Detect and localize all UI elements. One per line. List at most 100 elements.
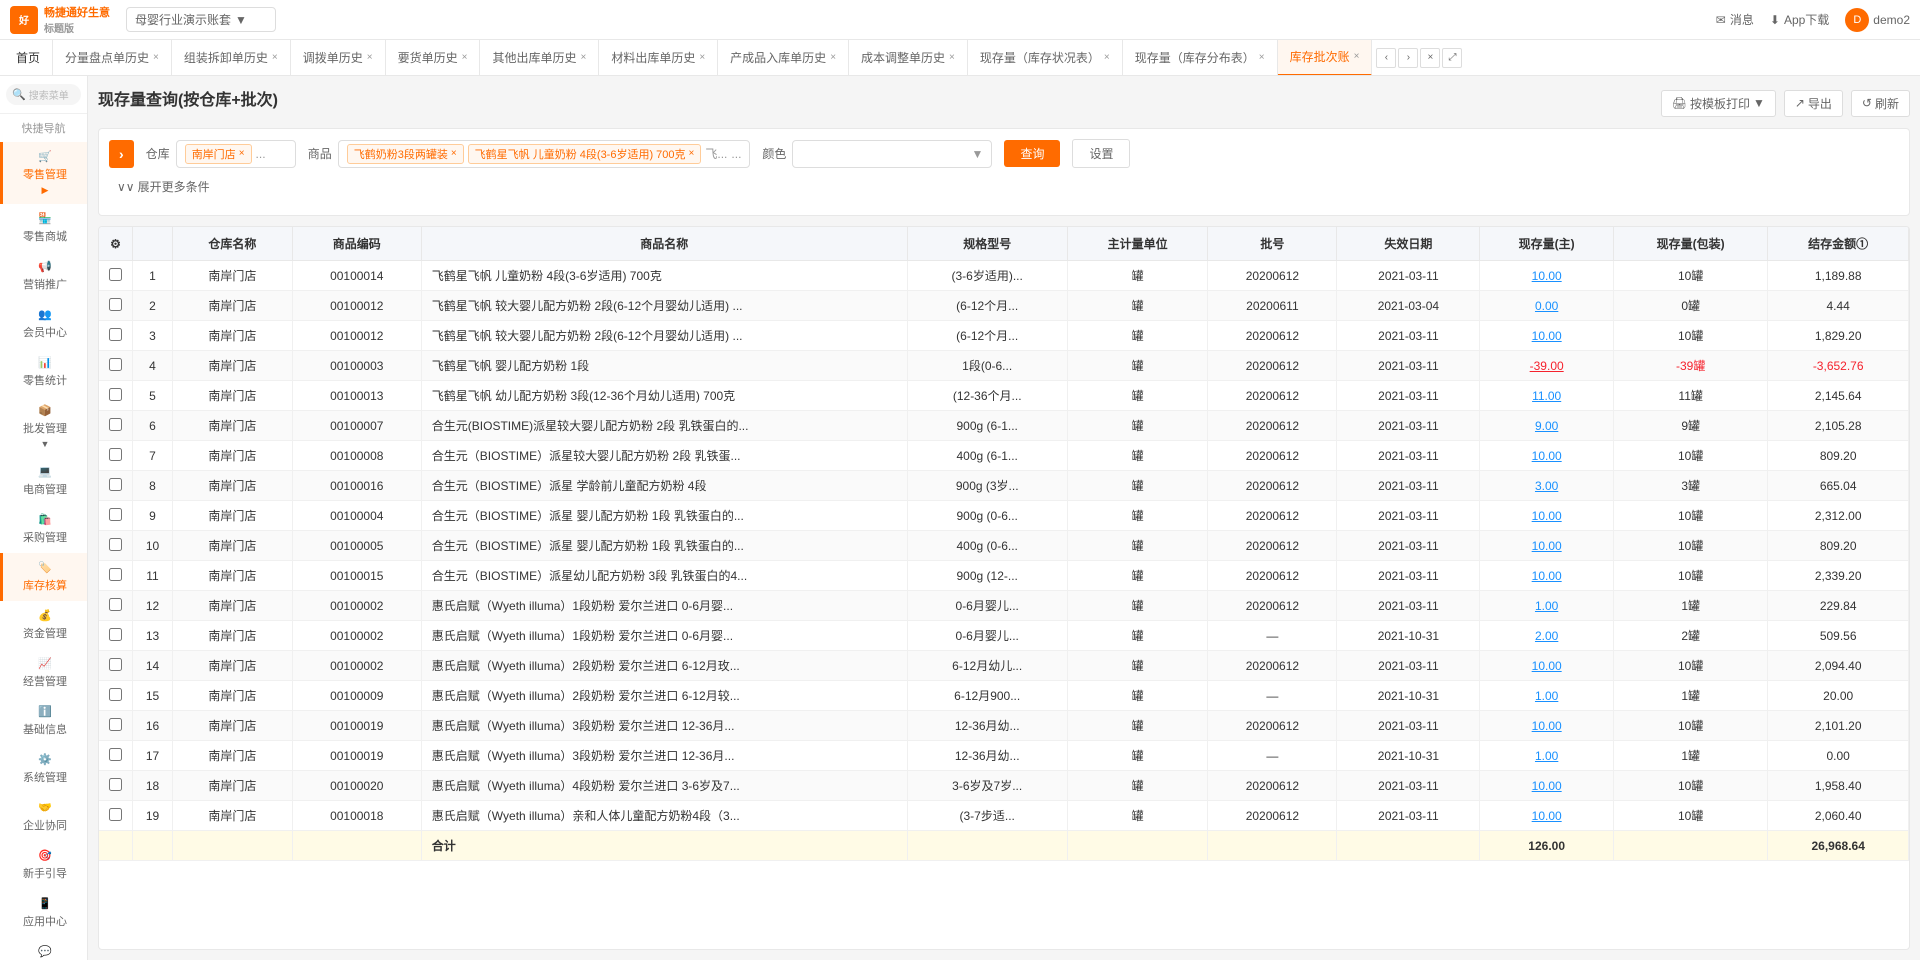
td-checkbox[interactable]	[99, 591, 133, 621]
td-checkbox[interactable]	[99, 471, 133, 501]
th-settings[interactable]: ⚙	[99, 227, 133, 261]
td-checkbox[interactable]	[99, 351, 133, 381]
row-checkbox[interactable]	[109, 568, 122, 581]
search-input-box[interactable]: 🔍 搜索菜单	[6, 84, 81, 105]
tab-xck2[interactable]: 现存量（库存分布表） ×	[1123, 40, 1278, 76]
sidebar-item-collab[interactable]: 🤝 企业协同	[0, 793, 87, 841]
row-checkbox[interactable]	[109, 538, 122, 551]
td-qty[interactable]: 11.00	[1480, 381, 1614, 411]
td-qty[interactable]: 9.00	[1480, 411, 1614, 441]
td-checkbox[interactable]	[99, 321, 133, 351]
color-filter-container[interactable]: ▼	[792, 140, 992, 168]
td-checkbox[interactable]	[99, 711, 133, 741]
table-container[interactable]: ⚙ 仓库名称 商品编码 商品名称 规格型号 主计量单位 批号 失效日期 现存量(…	[98, 226, 1910, 950]
row-checkbox[interactable]	[109, 358, 122, 371]
sidebar-item-guide[interactable]: 🎯 新手引导	[0, 841, 87, 889]
row-checkbox[interactable]	[109, 688, 122, 701]
sidebar-item-wholesale[interactable]: 📦 批发管理 ▼	[0, 396, 87, 457]
sidebar-item-system[interactable]: ⚙️ 系统管理	[0, 745, 87, 793]
td-qty[interactable]: 10.00	[1480, 711, 1614, 741]
tab-close-icon[interactable]: ×	[580, 52, 586, 63]
tab-close-icon[interactable]: ×	[367, 52, 373, 63]
product-tag-2-remove[interactable]: ×	[689, 148, 695, 159]
tab-xck1[interactable]: 现存量（库存状况表） ×	[968, 40, 1123, 76]
tab-zuzhuang[interactable]: 组装拆卸单历史 ×	[172, 40, 291, 76]
filter-expand-btn[interactable]: ›	[109, 140, 134, 168]
query-btn[interactable]: 查询	[1004, 140, 1060, 167]
refresh-btn[interactable]: ↺ 刷新	[1851, 90, 1910, 117]
row-checkbox[interactable]	[109, 268, 122, 281]
sidebar-item-stat[interactable]: 📊 零售统计	[0, 348, 87, 396]
product-filter-more[interactable]: 飞...	[705, 145, 727, 162]
tab-close-all-btn[interactable]: ×	[1420, 48, 1440, 68]
sidebar-item-operations[interactable]: 📈 经营管理	[0, 649, 87, 697]
tab-close-active-icon[interactable]: ×	[1354, 51, 1360, 62]
td-checkbox[interactable]	[99, 501, 133, 531]
warehouse-tag-container[interactable]: 南岸门店 × ...	[176, 140, 296, 168]
td-checkbox[interactable]	[99, 411, 133, 441]
td-checkbox[interactable]	[99, 261, 133, 291]
td-qty[interactable]: 10.00	[1480, 261, 1614, 291]
tab-fendian[interactable]: 分量盘点单历史 ×	[53, 40, 172, 76]
tab-close-icon[interactable]: ×	[153, 52, 159, 63]
tab-close-icon[interactable]: ×	[272, 52, 278, 63]
row-checkbox[interactable]	[109, 328, 122, 341]
tab-close-icon[interactable]: ×	[830, 52, 836, 63]
tab-ccrk[interactable]: 产成品入库单历史 ×	[718, 40, 849, 76]
product-tag-container[interactable]: 飞鹤奶粉3段两罐装 × 飞鹤星飞帆 儿童奶粉 4段(3-6岁适用) 700克 ×…	[338, 140, 751, 168]
tab-diaob[interactable]: 调拨单历史 ×	[291, 40, 386, 76]
td-checkbox[interactable]	[99, 381, 133, 411]
row-checkbox[interactable]	[109, 388, 122, 401]
account-selector[interactable]: 母婴行业演示账套 ▼	[126, 7, 276, 32]
tab-close-icon[interactable]: ×	[462, 52, 468, 63]
td-checkbox[interactable]	[99, 291, 133, 321]
tab-prev-btn[interactable]: ‹	[1376, 48, 1396, 68]
row-checkbox[interactable]	[109, 448, 122, 461]
row-checkbox[interactable]	[109, 598, 122, 611]
td-qty[interactable]: 0.00	[1480, 291, 1614, 321]
row-checkbox[interactable]	[109, 628, 122, 641]
tab-qtck[interactable]: 其他出库单历史 ×	[480, 40, 599, 76]
td-checkbox[interactable]	[99, 771, 133, 801]
tab-close-icon[interactable]: ×	[949, 52, 955, 63]
td-checkbox[interactable]	[99, 441, 133, 471]
td-qty[interactable]: 1.00	[1480, 591, 1614, 621]
td-qty[interactable]: 1.00	[1480, 741, 1614, 771]
td-checkbox[interactable]	[99, 621, 133, 651]
export-btn[interactable]: ↗ 导出	[1784, 90, 1843, 117]
color-dropdown-arrow[interactable]: ▼	[972, 147, 984, 161]
tab-kucun-pici[interactable]: 库存批次账 ×	[1278, 40, 1373, 76]
row-checkbox[interactable]	[109, 808, 122, 821]
tab-cbtz[interactable]: 成本调整单历史 ×	[849, 40, 968, 76]
row-checkbox[interactable]	[109, 658, 122, 671]
td-qty[interactable]: 10.00	[1480, 501, 1614, 531]
td-checkbox[interactable]	[99, 651, 133, 681]
td-qty[interactable]: 10.00	[1480, 651, 1614, 681]
sidebar-item-base[interactable]: ℹ️ 基础信息	[0, 697, 87, 745]
td-checkbox[interactable]	[99, 681, 133, 711]
sidebar-item-apps[interactable]: 📱 应用中心	[0, 889, 87, 937]
template-print-btn[interactable]: 🖨 按模板打印 ▼	[1661, 90, 1776, 117]
td-qty[interactable]: 10.00	[1480, 801, 1614, 831]
td-qty[interactable]: 10.00	[1480, 441, 1614, 471]
sidebar-item-purchase[interactable]: 🛍️ 采购管理	[0, 505, 87, 553]
tab-clck[interactable]: 材料出库单历史 ×	[599, 40, 718, 76]
td-checkbox[interactable]	[99, 561, 133, 591]
row-checkbox[interactable]	[109, 508, 122, 521]
sidebar-item-ecommerce[interactable]: 💻 电商管理	[0, 457, 87, 505]
td-qty[interactable]: 10.00	[1480, 561, 1614, 591]
td-qty[interactable]: -39.00	[1480, 351, 1614, 381]
sidebar-item-marketing[interactable]: 📢 营销推广	[0, 252, 87, 300]
warehouse-tag-remove[interactable]: ×	[239, 148, 245, 159]
tab-next-btn[interactable]: ›	[1398, 48, 1418, 68]
td-checkbox[interactable]	[99, 801, 133, 831]
message-btn[interactable]: ✉ 消息	[1716, 11, 1754, 28]
tab-close-icon[interactable]: ×	[1259, 52, 1265, 63]
expand-more-btn[interactable]: ∨∨ 展开更多条件	[109, 174, 1899, 199]
sidebar-item-inventory[interactable]: 🏷️ 库存核算	[0, 553, 87, 601]
td-qty[interactable]: 10.00	[1480, 531, 1614, 561]
td-qty[interactable]: 10.00	[1480, 321, 1614, 351]
td-qty[interactable]: 1.00	[1480, 681, 1614, 711]
filter-more[interactable]: ...	[256, 147, 266, 161]
sidebar-item-wechat[interactable]: 💬 企业微信	[0, 937, 87, 960]
